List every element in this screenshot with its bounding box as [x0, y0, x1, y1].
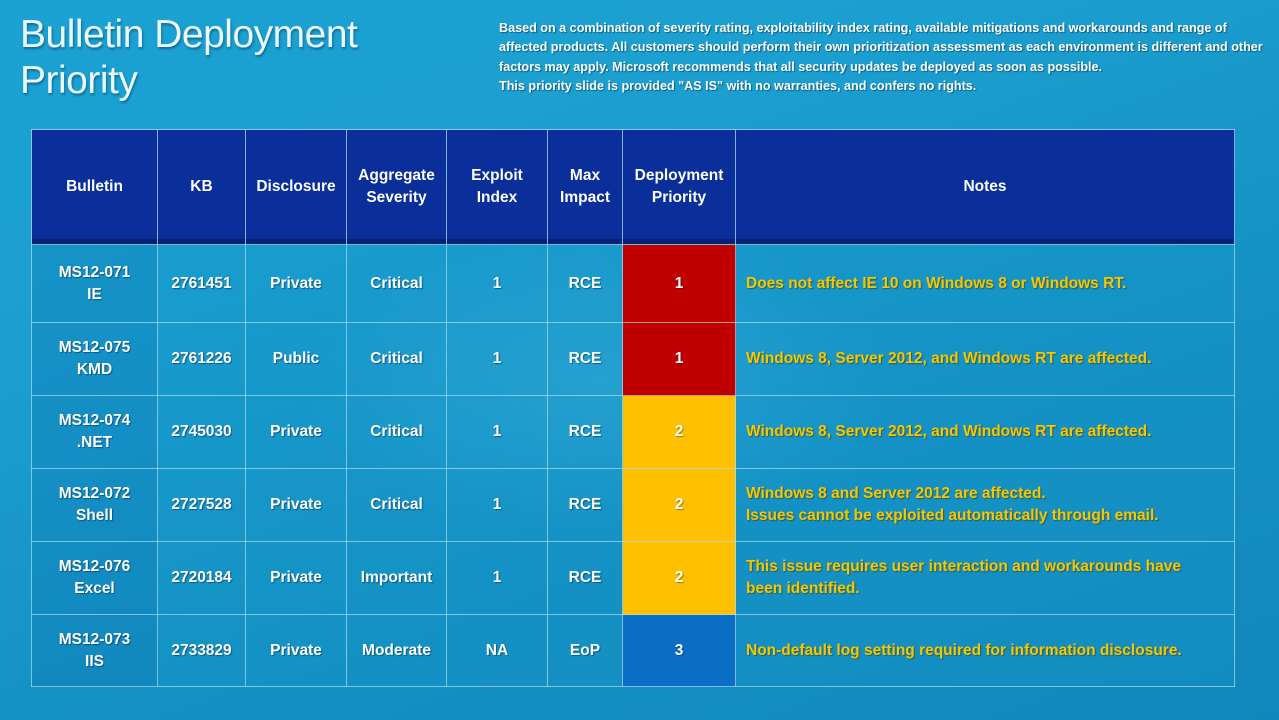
- table-row: MS12-075 KMD 2761226 Public Critical 1 RC…: [31, 322, 1235, 396]
- disclosure-cell: Private: [245, 395, 347, 469]
- notes-cell: Windows 8, Server 2012, and Windows RT a…: [735, 395, 1235, 469]
- disclosure-cell: Private: [245, 614, 347, 687]
- kb-cell: 2745030: [157, 395, 246, 469]
- severity-cell: Critical: [346, 322, 447, 396]
- header-aggregate-severity: Aggregate Severity: [346, 129, 447, 245]
- disclaimer-paragraph: This priority slide is provided "AS IS" …: [499, 79, 977, 94]
- severity-cell: Moderate: [346, 614, 447, 687]
- exploit-index-cell: 1: [446, 395, 548, 469]
- max-impact-cell: RCE: [547, 468, 623, 542]
- bulletin-cell: MS12-072 Shell: [31, 468, 158, 542]
- max-impact-cell: RCE: [547, 322, 623, 396]
- max-impact-cell: RCE: [547, 244, 623, 323]
- max-impact-cell: RCE: [547, 395, 623, 469]
- priority-badge: 2: [622, 395, 736, 469]
- severity-cell: Critical: [346, 468, 447, 542]
- priority-badge: 3: [622, 614, 736, 687]
- notes-cell: Does not affect IE 10 on Windows 8 or Wi…: [735, 244, 1235, 323]
- slide-title: Bulletin Deployment Priority: [20, 13, 358, 102]
- header-kb: KB: [157, 129, 246, 245]
- exploit-index-cell: 1: [446, 322, 548, 396]
- header-notes: Notes: [735, 129, 1235, 245]
- bulletin-cell: MS12-076 Excel: [31, 541, 158, 615]
- disclosure-cell: Private: [245, 541, 347, 615]
- notes-cell: Windows 8 and Server 2012 are affected. I…: [735, 468, 1235, 542]
- header-max-impact: Max Impact: [547, 129, 623, 245]
- disclosure-cell: Private: [245, 244, 347, 323]
- priority-badge: 1: [622, 244, 736, 323]
- priority-badge: 1: [622, 322, 736, 396]
- severity-cell: Critical: [346, 395, 447, 469]
- notes-cell: Non-default log setting required for inf…: [735, 614, 1235, 687]
- exploit-index-cell: NA: [446, 614, 548, 687]
- exploit-index-cell: 1: [446, 468, 548, 542]
- priority-badge: 2: [622, 541, 736, 615]
- disclaimer-paragraph: Based on a combination of severity ratin…: [499, 21, 1263, 74]
- severity-cell: Important: [346, 541, 447, 615]
- kb-cell: 2720184: [157, 541, 246, 615]
- severity-cell: Critical: [346, 244, 447, 323]
- bulletin-cell: MS12-075 KMD: [31, 322, 158, 396]
- disclaimer-text: Based on a combination of severity ratin…: [499, 19, 1269, 97]
- header-exploit-index: Exploit Index: [446, 129, 548, 245]
- exploit-index-cell: 1: [446, 541, 548, 615]
- table-row: MS12-076 Excel 2720184 Private Important …: [31, 541, 1235, 615]
- table-row: MS12-071 IE 2761451 Private Critical 1 RC…: [31, 244, 1235, 323]
- notes-cell: Windows 8, Server 2012, and Windows RT a…: [735, 322, 1235, 396]
- max-impact-cell: RCE: [547, 541, 623, 615]
- notes-cell: This issue requires user interaction and…: [735, 541, 1235, 615]
- priority-badge: 2: [622, 468, 736, 542]
- max-impact-cell: EoP: [547, 614, 623, 687]
- exploit-index-cell: 1: [446, 244, 548, 323]
- bulletin-cell: MS12-074 .NET: [31, 395, 158, 469]
- bulletin-priority-table: Bulletin KB Disclosure Aggregate Severity…: [31, 129, 1235, 687]
- header-deployment-priority: Deployment Priority: [622, 129, 736, 245]
- disclosure-cell: Private: [245, 468, 347, 542]
- kb-cell: 2761226: [157, 322, 246, 396]
- kb-cell: 2761451: [157, 244, 246, 323]
- kb-cell: 2727528: [157, 468, 246, 542]
- bulletin-cell: MS12-071 IE: [31, 244, 158, 323]
- table-row: MS12-072 Shell 2727528 Private Critical 1…: [31, 468, 1235, 542]
- table-row: MS12-073 IIS 2733829 Private Moderate NA …: [31, 614, 1235, 687]
- header-disclosure: Disclosure: [245, 129, 347, 245]
- header-bulletin: Bulletin: [31, 129, 158, 245]
- table-header-row: Bulletin KB Disclosure Aggregate Severity…: [31, 129, 1235, 245]
- disclosure-cell: Public: [245, 322, 347, 396]
- bulletin-cell: MS12-073 IIS: [31, 614, 158, 687]
- kb-cell: 2733829: [157, 614, 246, 687]
- table-row: MS12-074 .NET 2745030 Private Critical 1 …: [31, 395, 1235, 469]
